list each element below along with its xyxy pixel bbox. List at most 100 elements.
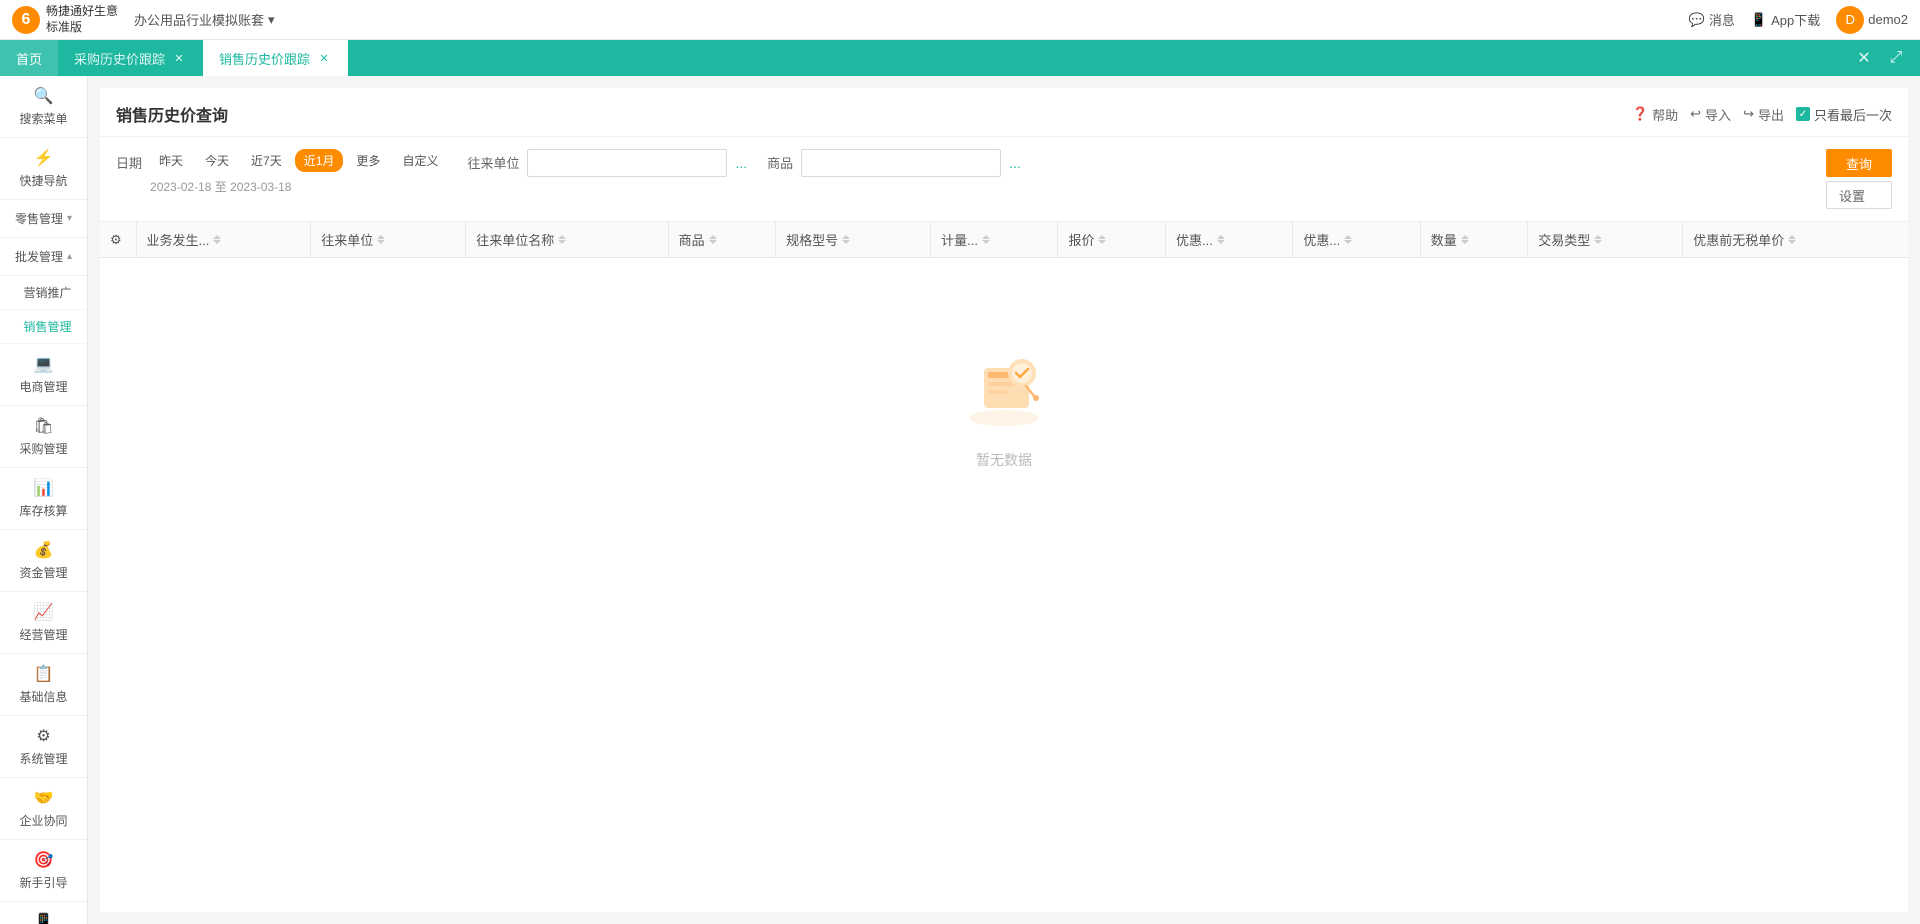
chevron-up-icon: ▴	[67, 251, 72, 262]
ops-icon: 📈	[34, 602, 54, 622]
newbie-icon: 🎯	[34, 850, 54, 870]
col-spec[interactable]: 规格型号	[776, 222, 931, 258]
col-settings: ⚙	[100, 222, 136, 258]
sidebar-item-sales-mgmt[interactable]: 销售管理	[0, 310, 87, 344]
sidebar-item-quick-nav[interactable]: ⚡ 快捷导航	[0, 138, 87, 200]
sidebar-item-retail-mgmt[interactable]: 零售管理 ▾	[0, 200, 87, 238]
col-trade-type[interactable]: 交易类型	[1528, 222, 1683, 258]
table-area: ⚙ 业务发生...	[100, 222, 1908, 550]
col-quote[interactable]: 报价	[1058, 222, 1166, 258]
date-btn-more[interactable]: 更多	[347, 149, 389, 172]
query-button[interactable]: 查询	[1826, 149, 1892, 177]
sidebar: 🔍 搜索菜单 ⚡ 快捷导航 零售管理 ▾ 批发管理 ▴ 营销推广 销售管理 💻 …	[0, 76, 88, 924]
inventory-icon: 📊	[34, 478, 54, 498]
tab-bar: 首页 采购历史价跟踪 ✕ 销售历史价跟踪 ✕ ✕ ⤢	[0, 40, 1920, 76]
partner-input[interactable]	[527, 149, 727, 177]
app-selector[interactable]: 办公用品行业模拟账套 ▾	[126, 6, 283, 33]
sort-icon	[377, 235, 385, 244]
tab-purchase-history[interactable]: 采购历史价跟踪 ✕	[58, 40, 203, 76]
message-button[interactable]: 💬 消息	[1689, 10, 1735, 29]
col-pre-tax-price[interactable]: 优惠前无税单价	[1683, 222, 1908, 258]
sidebar-item-label: 搜索菜单	[19, 110, 67, 127]
date-btn-7days[interactable]: 近7天	[242, 149, 291, 172]
purchase-history-close-icon[interactable]: ✕	[171, 50, 187, 66]
tab-sales-history[interactable]: 销售历史价跟踪 ✕	[203, 40, 348, 76]
sidebar-item-search-menu[interactable]: 🔍 搜索菜单	[0, 76, 87, 138]
page-header: 销售历史价查询 ❓ 帮助 ↩ 导入 ↪ 导出 ✓	[100, 88, 1908, 137]
date-btn-yesterday[interactable]: 昨天	[150, 149, 192, 172]
product-input-group: ...	[801, 149, 1021, 177]
product-dots-button[interactable]: ...	[1009, 155, 1021, 171]
app-download-button[interactable]: 📱 App下载	[1751, 10, 1820, 29]
top-header: 6 畅捷通好生意 标准版 办公用品行业模拟账套 ▾ 💬 消息 📱 App下载 D…	[0, 0, 1920, 40]
sort-icon	[1461, 235, 1469, 244]
help-button[interactable]: ❓ 帮助	[1632, 105, 1678, 124]
col-discount2[interactable]: 优惠...	[1293, 222, 1420, 258]
date-btn-today[interactable]: 今天	[196, 149, 238, 172]
export-button[interactable]: ↪ 导出	[1743, 105, 1784, 124]
basic-info-icon: 📋	[34, 664, 54, 684]
sidebar-item-ecom-mgmt[interactable]: 💻 电商管理	[0, 344, 87, 406]
partner-dots-button[interactable]: ...	[735, 155, 747, 171]
sales-history-close-icon[interactable]: ✕	[316, 50, 332, 66]
filter-row: 日期 昨天 今天 近7天 近1月 更多 自定义 2023-02-18 至 202…	[100, 137, 1908, 222]
sidebar-item-label: 电商管理	[19, 378, 67, 395]
col-partner-code[interactable]: 往来单位	[311, 222, 466, 258]
sidebar-item-ops-mgmt[interactable]: 📈 经营管理	[0, 592, 87, 654]
sidebar-item-newbie[interactable]: 🎯 新手引导	[0, 840, 87, 902]
sort-icon	[842, 235, 850, 244]
message-icon: 💬	[1689, 12, 1705, 28]
enterprise-icon: 🤝	[34, 788, 54, 808]
app-selector-label: 办公用品行业模拟账套	[134, 10, 264, 29]
app-center-icon: 📱	[34, 912, 54, 924]
date-range-text: 2023-02-18 至 2023-03-18	[150, 178, 447, 195]
col-discount1[interactable]: 优惠...	[1166, 222, 1293, 258]
checkbox-icon: ✓	[1796, 107, 1810, 121]
date-btn-custom[interactable]: 自定义	[393, 149, 447, 172]
sidebar-item-app-center[interactable]: 📱 应用中心	[0, 902, 87, 924]
sort-icon	[1594, 235, 1602, 244]
sidebar-item-basic-info[interactable]: 📋 基础信息	[0, 654, 87, 716]
logo-area: 6 畅捷通好生意 标准版	[12, 4, 118, 35]
message-label: 消息	[1709, 10, 1735, 29]
tab-bar-right: ✕ ⤢	[1852, 46, 1920, 70]
date-btn-1month[interactable]: 近1月	[295, 149, 344, 172]
sidebar-item-sys-mgmt[interactable]: ⚙ 系统管理	[0, 716, 87, 778]
col-product[interactable]: 商品	[668, 222, 776, 258]
settings-button[interactable]: 设置	[1826, 181, 1892, 209]
date-options: 昨天 今天 近7天 近1月 更多 自定义 2023-02-18 至 2023-0…	[150, 149, 447, 195]
sidebar-item-wholesale-mgmt[interactable]: 批发管理 ▴	[0, 238, 87, 276]
import-button[interactable]: ↩ 导入	[1690, 105, 1731, 124]
close-window-button[interactable]: ✕	[1852, 46, 1876, 70]
import-icon: ↩	[1690, 106, 1701, 122]
avatar: D	[1836, 6, 1864, 34]
sidebar-item-finance[interactable]: 💰 资金管理	[0, 530, 87, 592]
product-input[interactable]	[801, 149, 1001, 177]
col-unit[interactable]: 计量...	[931, 222, 1058, 258]
maximize-window-button[interactable]: ⤢	[1884, 46, 1908, 70]
sort-icon	[558, 235, 566, 244]
gear-icon[interactable]: ⚙	[110, 232, 122, 247]
sort-icon	[982, 235, 990, 244]
col-partner-name[interactable]: 往来单位名称	[466, 222, 668, 258]
tab-home[interactable]: 首页	[0, 40, 58, 76]
download-icon: 📱	[1751, 12, 1767, 28]
search-icon: 🔍	[34, 86, 54, 106]
sidebar-item-label: 系统管理	[19, 750, 67, 767]
sidebar-item-marketing[interactable]: 营销推广	[0, 276, 87, 310]
col-quantity[interactable]: 数量	[1420, 222, 1528, 258]
sidebar-item-label: 营销推广	[23, 286, 71, 300]
import-label: 导入	[1705, 105, 1731, 124]
date-filter-label: 日期	[116, 149, 142, 172]
date-filter-group: 日期 昨天 今天 近7天 近1月 更多 自定义 2023-02-18 至 202…	[116, 149, 447, 195]
sidebar-item-inventory[interactable]: 📊 库存核算	[0, 468, 87, 530]
sort-icon	[1217, 235, 1225, 244]
user-menu[interactable]: D demo2	[1836, 6, 1908, 34]
sidebar-item-enterprise[interactable]: 🤝 企业协同	[0, 778, 87, 840]
help-label: 帮助	[1652, 105, 1678, 124]
sidebar-item-purchase-mgmt[interactable]: 🛍 采购管理	[0, 406, 87, 468]
col-biz-date[interactable]: 业务发生...	[136, 222, 311, 258]
sidebar-item-label: 销售管理	[23, 320, 71, 334]
only-last-checkbox[interactable]: ✓ 只看最后一次	[1796, 105, 1892, 124]
purchase-icon: 🛍	[33, 416, 53, 436]
